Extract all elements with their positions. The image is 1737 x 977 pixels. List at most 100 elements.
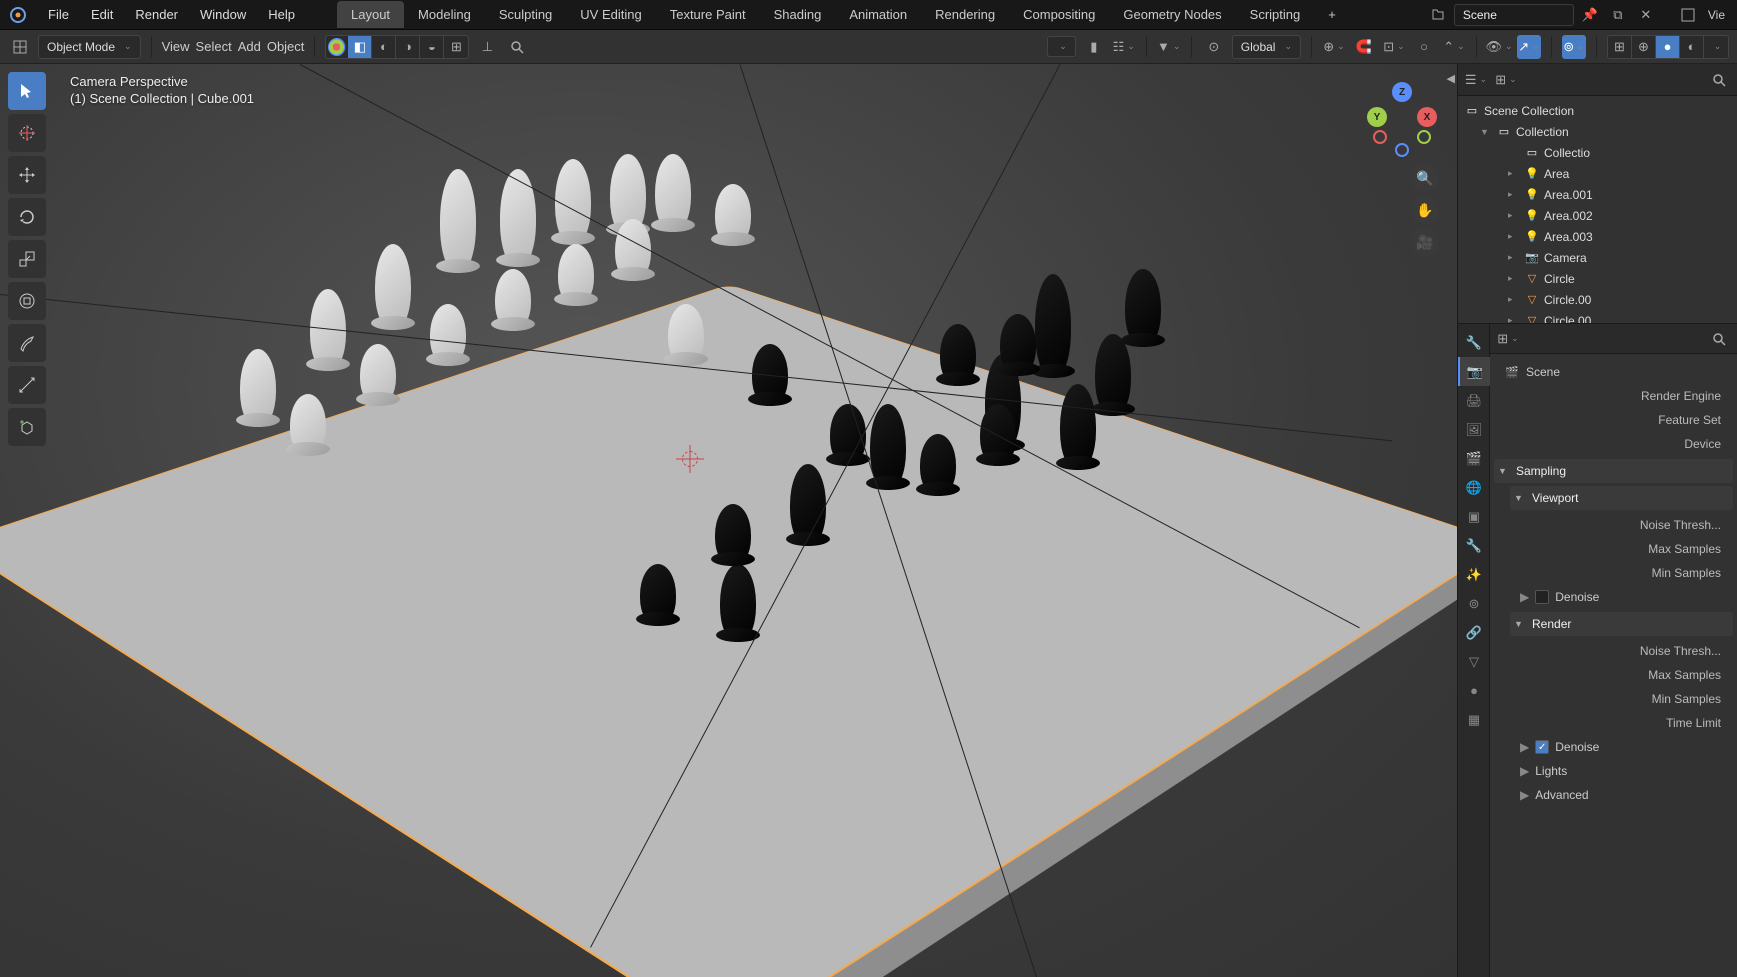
black-pawn[interactable]	[640, 564, 676, 626]
properties-editor-icon[interactable]: ⊞⌄	[1496, 327, 1520, 351]
white-pawn[interactable]	[495, 269, 531, 331]
prop-tab-physics[interactable]: ⊚	[1458, 589, 1490, 618]
shading-wireframe-icon[interactable]: ⊞	[1608, 36, 1632, 58]
disclosure-triangle-icon[interactable]: ▸	[1508, 210, 1520, 221]
tab-add-workspace[interactable]: +	[1314, 1, 1350, 28]
new-scene-icon[interactable]: ⧉	[1606, 3, 1630, 27]
prop-tab-object[interactable]: ▣	[1458, 502, 1490, 531]
prop-tab-viewlayer[interactable]: 🖼	[1458, 415, 1490, 444]
axis-neg-z[interactable]	[1395, 143, 1409, 157]
filter-icon[interactable]: ▼⌄	[1157, 35, 1181, 59]
denoise-checkbox[interactable]	[1535, 590, 1549, 604]
black-knight-2[interactable]	[790, 464, 826, 546]
delete-scene-icon[interactable]: ✕	[1634, 3, 1658, 27]
tab-layout[interactable]: Layout	[337, 1, 404, 28]
disclosure-triangle-icon[interactable]: ▸	[1508, 315, 1520, 323]
editor-type-icon[interactable]	[8, 35, 32, 59]
white-rook[interactable]	[240, 349, 276, 427]
section-render[interactable]: ▼Render	[1510, 612, 1733, 636]
visibility-eye-icon[interactable]: 👁⌄	[1487, 35, 1511, 59]
scene-browse-icon[interactable]	[1426, 3, 1450, 27]
prop-tab-world[interactable]: 🌐	[1458, 473, 1490, 502]
tool-cursor[interactable]	[8, 114, 46, 152]
tree-row[interactable]: ▸📷Camera	[1458, 247, 1737, 268]
tool-scale[interactable]	[8, 240, 46, 278]
outliner-editor-icon[interactable]: ☰⌄	[1464, 68, 1488, 92]
axis-neg-y[interactable]	[1417, 130, 1431, 144]
snap-dropdown-icon[interactable]: ⊡⌄	[1382, 35, 1406, 59]
denoise-render-checkbox[interactable]: ✓	[1535, 740, 1549, 754]
disclosure-triangle-icon[interactable]: ▸	[1508, 252, 1520, 263]
tab-scripting[interactable]: Scripting	[1236, 1, 1315, 28]
overlay-toggle-icon[interactable]: ⊚⌄	[1562, 35, 1586, 59]
tree-row[interactable]: ▭Collectio	[1458, 142, 1737, 163]
black-pawn[interactable]	[715, 504, 751, 566]
menu-object[interactable]: Object	[267, 39, 305, 54]
black-pawn[interactable]	[920, 434, 956, 496]
axis-x[interactable]: X	[1417, 107, 1437, 127]
tab-compositing[interactable]: Compositing	[1009, 1, 1109, 28]
section-sampling[interactable]: ▼Sampling	[1494, 459, 1733, 483]
show-gizmo-icon[interactable]: ▮	[1082, 35, 1106, 59]
snap-magnet-icon[interactable]: ⊙	[1202, 35, 1226, 59]
axis-neg-x[interactable]	[1373, 130, 1387, 144]
tab-shading[interactable]: Shading	[760, 1, 836, 28]
outliner-search-icon[interactable]	[1707, 68, 1731, 92]
prop-tab-scene[interactable]: 🎬	[1458, 444, 1490, 473]
menu-window[interactable]: Window	[190, 3, 256, 26]
selectability-dropdown[interactable]: ⌄	[1047, 36, 1076, 57]
white-queen[interactable]	[500, 169, 536, 267]
panel-collapse-icon[interactable]: ◀	[1447, 72, 1455, 85]
white-pawn[interactable]	[430, 304, 466, 366]
white-bishop[interactable]	[375, 244, 411, 330]
tab-sculpting[interactable]: Sculpting	[485, 1, 566, 28]
proportional-icon[interactable]: ○	[1412, 35, 1436, 59]
tree-row[interactable]: ▸▽Circle.00	[1458, 310, 1737, 323]
tool-move[interactable]	[8, 156, 46, 194]
tree-row[interactable]: ▸💡Area.003	[1458, 226, 1737, 247]
gizmo-toggle-icon[interactable]: ↗⌄	[1517, 35, 1541, 59]
prop-tab-modifier[interactable]: 🔧	[1458, 531, 1490, 560]
outliner-display-mode-icon[interactable]: ⊞⌄	[1494, 68, 1518, 92]
pan-icon[interactable]: ✋	[1411, 196, 1439, 224]
tree-row[interactable]: ▸💡Area	[1458, 163, 1737, 184]
white-rook-2[interactable]	[655, 154, 691, 232]
tab-animation[interactable]: Animation	[835, 1, 921, 28]
tool-measure[interactable]	[8, 366, 46, 404]
white-pawn[interactable]	[558, 244, 594, 306]
interaction-mode-dropdown[interactable]: Object Mode⌄	[38, 35, 141, 59]
prop-tab-material[interactable]: ●	[1458, 676, 1490, 705]
white-pawn[interactable]	[715, 184, 751, 246]
tool-select-box[interactable]	[8, 72, 46, 110]
tree-row[interactable]: ▸▽Circle	[1458, 268, 1737, 289]
transform-orientation-dropdown[interactable]: Global⌄	[1232, 35, 1301, 59]
overlays-dropdown-icon[interactable]: ☷⌄	[1112, 35, 1136, 59]
search-icon[interactable]	[505, 35, 529, 59]
section-viewport[interactable]: ▼Viewport	[1510, 486, 1733, 510]
menu-add[interactable]: Add	[238, 39, 261, 54]
black-bishop[interactable]	[1060, 384, 1096, 470]
shading-dropdown-icon[interactable]: ⌄	[1704, 36, 1728, 58]
draw-mode-4-icon[interactable]: ◒	[420, 36, 444, 58]
draw-mode-2-icon[interactable]: ◐	[372, 36, 396, 58]
scene-name-field[interactable]	[1454, 4, 1574, 26]
prop-tab-render[interactable]: 📷	[1458, 357, 1490, 386]
properties-search-icon[interactable]	[1707, 327, 1731, 351]
tree-row[interactable]: ▸▽Circle.00	[1458, 289, 1737, 310]
tool-settings-icon[interactable]: ⊥	[475, 35, 499, 59]
disclosure-triangle-icon[interactable]: ▸	[1508, 231, 1520, 242]
axis-y[interactable]: Y	[1367, 107, 1387, 127]
prop-tab-tool[interactable]: 🔧	[1458, 328, 1490, 357]
black-knight[interactable]	[1095, 334, 1131, 416]
prop-tab-particles[interactable]: ✨	[1458, 560, 1490, 589]
draw-mode-5-icon[interactable]: ⊞	[444, 36, 468, 58]
tab-modeling[interactable]: Modeling	[404, 1, 485, 28]
tool-add-primitive[interactable]	[8, 408, 46, 446]
camera-view-icon[interactable]: 🎥	[1411, 228, 1439, 256]
white-pawn[interactable]	[615, 219, 651, 281]
black-rook[interactable]	[1125, 269, 1161, 347]
tree-row[interactable]: ▸💡Area.002	[1458, 205, 1737, 226]
pin-icon[interactable]: 📌	[1578, 3, 1602, 27]
menu-view[interactable]: View	[162, 39, 190, 54]
outliner-tree[interactable]: ▭ Scene Collection ▼ ▭ Collection ▭Colle…	[1458, 96, 1737, 323]
